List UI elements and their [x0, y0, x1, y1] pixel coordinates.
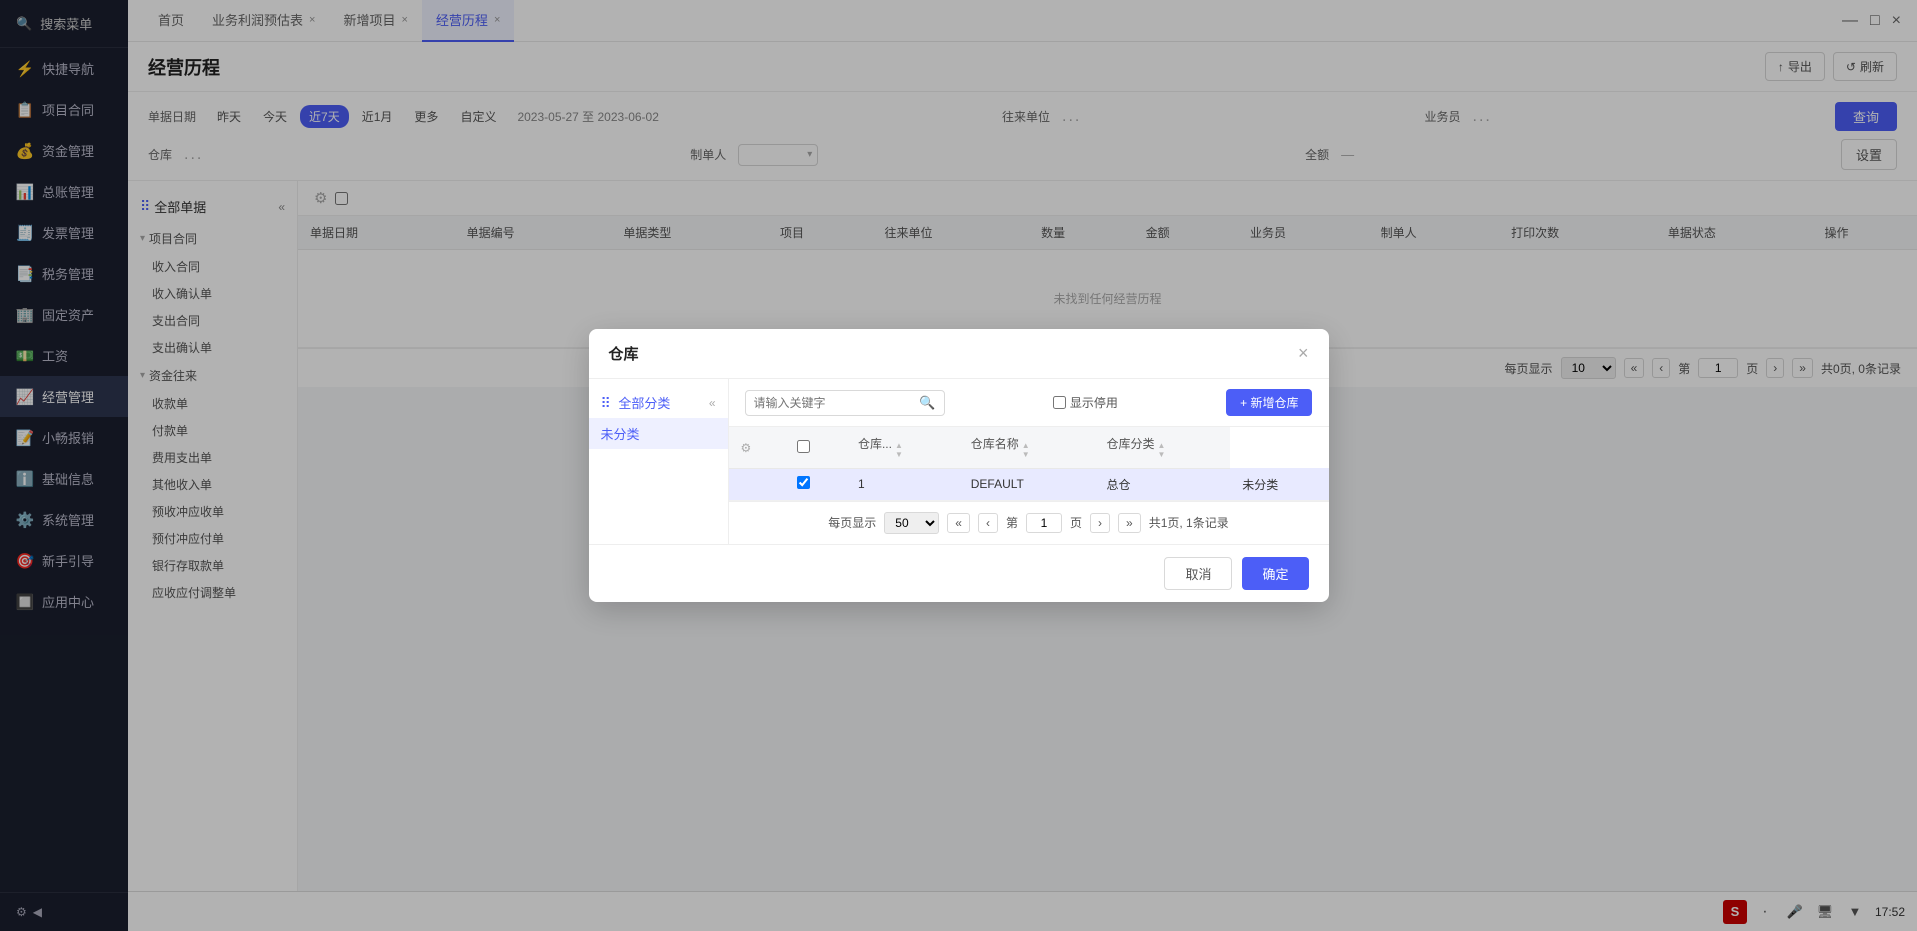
modal-right-panel: 🔍 显示停用 + 新增仓库 ⚙ 仓库...▲▼仓库名称▲▼仓库分类▲▼	[729, 379, 1329, 544]
modal-col-category: 仓库分类▲▼	[1095, 427, 1231, 468]
modal-header: 仓库 ×	[589, 329, 1329, 379]
modal-collapse-icon[interactable]: «	[709, 396, 716, 410]
modal-table: ⚙ 仓库...▲▼仓库名称▲▼仓库分类▲▼ 1 DEFAULT 总仓 未分类	[729, 427, 1329, 501]
modal-prev-page[interactable]: ‹	[978, 513, 998, 533]
modal-first-page[interactable]: «	[947, 513, 970, 533]
modal-left-panel: ⠿ 全部分类 « 未分类	[589, 379, 729, 544]
modal-toolbar: 🔍 显示停用 + 新增仓库	[729, 379, 1329, 427]
modal-last-page[interactable]: »	[1118, 513, 1141, 533]
row-name-1: 总仓	[1095, 468, 1231, 500]
row-category-1: 未分类	[1230, 468, 1328, 500]
modal-footer: 取消 确定	[589, 544, 1329, 602]
confirm-button[interactable]: 确定	[1242, 557, 1308, 590]
modal-title: 仓库	[609, 343, 639, 364]
modal-pagination: 每页显示 102050100 « ‹ 第 页 › » 共1页, 1条记录	[729, 501, 1329, 544]
row-code-1: DEFAULT	[959, 468, 1095, 500]
show-disabled-checkbox[interactable]	[1053, 396, 1066, 409]
modal-left-item-uncategorized[interactable]: 未分类	[589, 418, 728, 449]
modal-total: 共1页, 1条记录	[1149, 514, 1229, 531]
modal-page-size-label: 每页显示	[828, 514, 876, 531]
modal-page-size-select[interactable]: 102050100	[884, 512, 939, 534]
modal-select-all[interactable]	[797, 440, 810, 453]
modal-search-input[interactable]	[754, 396, 914, 410]
modal-col-settings: ⚙	[729, 427, 786, 468]
modal-table-wrap: ⚙ 仓库...▲▼仓库名称▲▼仓库分类▲▼ 1 DEFAULT 总仓 未分类	[729, 427, 1329, 501]
modal-page-suffix: 页	[1070, 514, 1082, 531]
cancel-button[interactable]: 取消	[1164, 557, 1232, 590]
settings-col-icon[interactable]: ⚙	[741, 441, 752, 455]
modal-col-code: 仓库...▲▼	[846, 427, 959, 468]
modal-next-page[interactable]: ›	[1090, 513, 1110, 533]
modal-page-label: 第	[1006, 514, 1018, 531]
modal-col-checkbox	[785, 427, 846, 468]
row-settings	[729, 468, 786, 500]
show-disabled-label: 显示停用	[1053, 394, 1118, 411]
modal-left-header: ⠿ 全部分类 «	[589, 387, 728, 418]
modal-close-button[interactable]: ×	[1298, 343, 1309, 364]
modal-body: ⠿ 全部分类 « 未分类 🔍 显示停用	[589, 379, 1329, 544]
row-checkbox-1[interactable]	[797, 476, 810, 489]
modal-col-name: 仓库名称▲▼	[959, 427, 1095, 468]
modal-page-input[interactable]	[1026, 513, 1062, 533]
modal-overlay[interactable]: 仓库 × ⠿ 全部分类 « 未分类	[0, 0, 1917, 931]
modal-search-box: 🔍	[745, 390, 945, 416]
modal-left-items: 未分类	[589, 418, 728, 449]
modal-table-row[interactable]: 1 DEFAULT 总仓 未分类	[729, 468, 1329, 500]
row-id-1: 1	[846, 468, 959, 500]
add-warehouse-button[interactable]: + 新增仓库	[1226, 389, 1312, 416]
all-categories-label: ⠿ 全部分类	[601, 393, 671, 412]
search-icon: 🔍	[919, 395, 935, 411]
warehouse-modal: 仓库 × ⠿ 全部分类 « 未分类	[589, 329, 1329, 602]
